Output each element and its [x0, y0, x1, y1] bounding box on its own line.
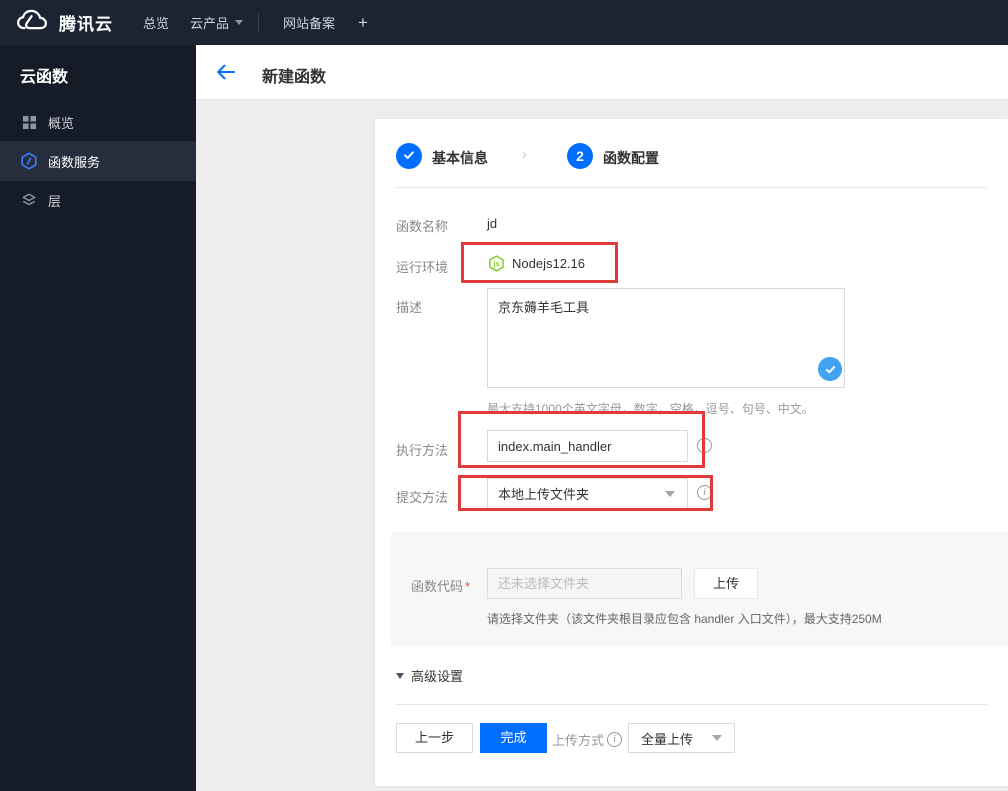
- chevron-right-icon: ›: [522, 146, 527, 163]
- function-name-value: jd: [487, 216, 498, 231]
- nav-divider: [258, 14, 259, 32]
- info-icon[interactable]: i: [697, 485, 712, 500]
- runtime-value: Nodejs12.16: [512, 256, 585, 271]
- caret-down-icon: [665, 490, 675, 497]
- stepper-divider: [396, 187, 987, 188]
- back-arrow-icon[interactable]: [214, 62, 238, 84]
- sidebar-item-overview[interactable]: 概览: [0, 103, 196, 141]
- sidebar-item-functions[interactable]: 函数服务: [0, 141, 196, 181]
- footer-divider: [396, 704, 987, 705]
- upload-mode-select[interactable]: 全量上传: [628, 723, 735, 753]
- nav-item-overview[interactable]: 总览: [143, 0, 169, 45]
- function-code-label: 函数代码 *: [411, 576, 470, 595]
- success-check-icon: [818, 357, 842, 381]
- step1-done-circle: [396, 143, 422, 169]
- brand-name: 腾讯云: [59, 15, 113, 34]
- sidebar-item-label: 概览: [48, 115, 75, 131]
- submit-method-label: 提交方法: [396, 490, 449, 505]
- function-code-section: 函数代码* 上传 请选择文件夹（该文件夹根目录应包含 handler 入口文件）…: [391, 532, 1008, 646]
- tencent-cloud-brand[interactable]: 腾讯云: [14, 0, 113, 45]
- sidebar-item-label: 函数服务: [48, 154, 101, 170]
- info-icon[interactable]: i: [697, 438, 712, 453]
- runtime-label: 运行环境: [396, 260, 449, 275]
- nodejs-icon: js: [488, 255, 505, 272]
- layers-icon: [20, 191, 38, 209]
- step2-circle: 2: [567, 143, 593, 169]
- description-label: 描述: [396, 300, 423, 315]
- scf-hexagon-icon: [20, 152, 38, 170]
- description-textarea[interactable]: 京东薅羊毛工具: [487, 288, 845, 388]
- step2-number: 2: [576, 148, 584, 164]
- add-tab-button[interactable]: +: [358, 0, 368, 45]
- tencent-cloud-logo-icon: [14, 8, 50, 37]
- runtime-value-row: js Nodejs12.16: [488, 255, 585, 272]
- previous-step-button[interactable]: 上一步: [396, 723, 473, 753]
- nav-item-products[interactable]: 云产品: [190, 0, 244, 45]
- nav-item-products-label: 云产品: [190, 16, 230, 31]
- page-title: 新建函数: [262, 69, 327, 86]
- sidebar: 云函数 概览 函数服务 层: [0, 45, 196, 791]
- step2-label: 函数配置: [603, 150, 659, 166]
- check-icon: [402, 148, 416, 165]
- function-code-hint: 请选择文件夹（该文件夹根目录应包含 handler 入口文件），最大支持250M: [487, 612, 882, 626]
- finish-button[interactable]: 完成: [480, 723, 547, 753]
- function-code-label-text: 函数代码: [411, 579, 464, 594]
- svg-text:js: js: [493, 260, 500, 268]
- required-asterisk: *: [465, 579, 471, 594]
- nav-item-icp[interactable]: 网站备案: [283, 0, 335, 45]
- folder-path-input[interactable]: [487, 568, 682, 599]
- description-hint: 最大支持1000个英文字母，数字，空格，逗号、句号、中文。: [487, 402, 814, 416]
- function-name-label: 函数名称: [396, 219, 449, 234]
- handler-input[interactable]: [487, 430, 688, 462]
- sidebar-item-layers[interactable]: 层: [0, 181, 196, 219]
- sidebar-item-label: 层: [48, 193, 62, 209]
- submit-method-select[interactable]: 本地上传文件夹: [487, 478, 688, 509]
- caret-down-icon: [712, 735, 722, 741]
- handler-label: 执行方法: [396, 443, 449, 458]
- upload-mode-value: 全量上传: [641, 731, 694, 747]
- info-icon[interactable]: i: [607, 732, 623, 747]
- create-function-card: 基本信息 › 2 函数配置 函数名称 jd 运行环境 js Nodejs12.1…: [375, 119, 1008, 786]
- step1-label: 基本信息: [432, 150, 488, 166]
- grid-icon: [20, 113, 38, 131]
- upload-mode-label-text: 上传方式: [552, 733, 605, 748]
- submit-method-value: 本地上传文件夹: [498, 487, 590, 502]
- advanced-settings-toggle[interactable]: 高级设置: [396, 666, 463, 685]
- sidebar-title: 云函数: [20, 69, 69, 86]
- upload-mode-label: 上传方式 i: [552, 730, 623, 749]
- caret-down-icon: [235, 20, 244, 25]
- upload-button[interactable]: 上传: [694, 568, 758, 599]
- advanced-settings-label: 高级设置: [411, 669, 464, 684]
- top-navbar: 腾讯云 总览 云产品 网站备案 +: [0, 0, 1008, 45]
- page-header: 新建函数: [196, 45, 1008, 100]
- triangle-down-icon: [396, 672, 404, 679]
